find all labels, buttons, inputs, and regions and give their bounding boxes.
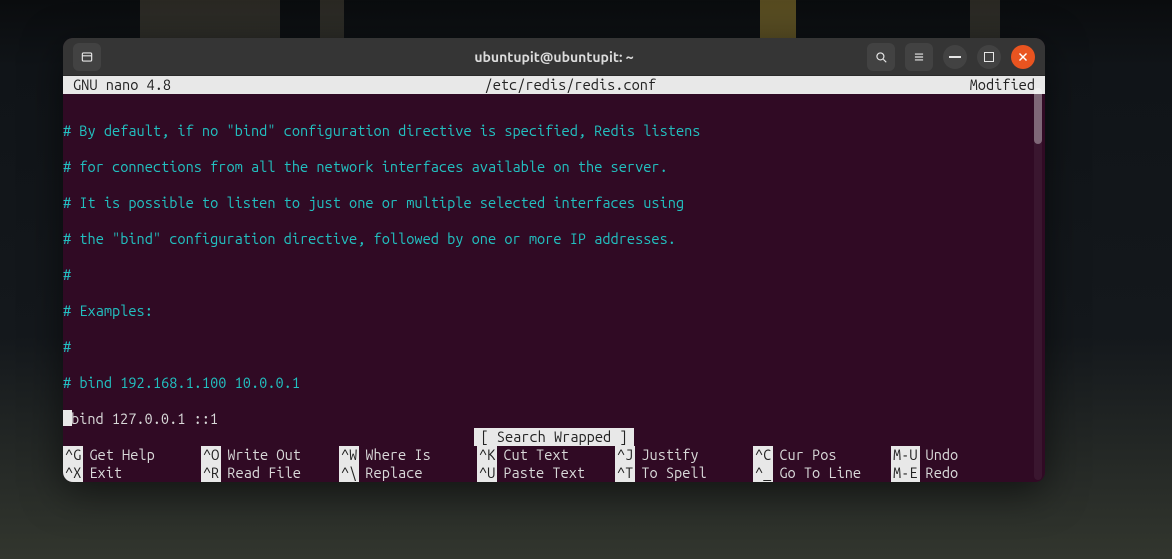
shortcut-label: Paste Text	[503, 464, 585, 482]
scrollbar-track[interactable]	[1034, 82, 1042, 480]
terminal-window: ubuntupit@ubuntupit: ~ GNU nano 4.8 /etc…	[63, 38, 1045, 482]
shortcut-label: Justify	[641, 446, 698, 464]
shortcut-key: ^\	[339, 464, 359, 482]
shortcut-label: Read File	[227, 464, 301, 482]
nano-status-message: [ Search Wrapped ]	[474, 428, 633, 446]
shortcut-key: ^K	[477, 446, 497, 464]
shortcut-key: ^O	[201, 446, 221, 464]
shortcut-label: To Spell	[641, 464, 706, 482]
wallpaper-strip	[140, 0, 280, 38]
shortcut-key: M-E	[891, 464, 920, 482]
maximize-button[interactable]	[977, 45, 1001, 69]
shortcut-key: ^J	[615, 446, 635, 464]
minimize-button[interactable]	[943, 45, 967, 69]
scrollbar-thumb[interactable]	[1034, 88, 1042, 144]
editor-line-active: bind 127.0.0.1 ::1	[63, 410, 1045, 428]
shortcut-label: Write Out	[227, 446, 301, 464]
new-tab-button[interactable]	[73, 43, 101, 71]
shortcut-label: Exit	[89, 464, 122, 482]
menu-button[interactable]	[905, 43, 933, 71]
shortcut-key: ^C	[753, 446, 773, 464]
shortcut-key: ^U	[477, 464, 497, 482]
wallpaper-strip	[970, 0, 1000, 38]
terminal-body: GNU nano 4.8 /etc/redis/redis.conf Modif…	[63, 76, 1045, 482]
shortcut-key: M-U	[891, 446, 920, 464]
editor-area[interactable]: # By default, if no "bind" configuration…	[63, 94, 1045, 482]
shortcut-key: ^T	[615, 464, 635, 482]
editor-line: #	[63, 266, 1045, 284]
search-button[interactable]	[867, 43, 895, 71]
editor-line: # for connections from all the network i…	[63, 158, 1045, 176]
shortcut-key: ^_	[753, 464, 773, 482]
editor-line-text: bind 127.0.0.1 ::1	[71, 410, 218, 427]
shortcut-label: Redo	[926, 464, 959, 482]
shortcut-label: Undo	[926, 446, 959, 464]
editor-line: # By default, if no "bind" configuration…	[63, 122, 1045, 140]
nano-app-name: GNU nano 4.8	[63, 76, 171, 94]
nano-file-path: /etc/redis/redis.conf	[171, 76, 970, 94]
close-button[interactable]	[1011, 45, 1035, 69]
shortcut-key: ^G	[63, 446, 83, 464]
editor-line: #	[63, 338, 1045, 356]
shortcut-label: Get Help	[89, 446, 154, 464]
shortcut-label: Replace	[365, 464, 422, 482]
nano-header: GNU nano 4.8 /etc/redis/redis.conf Modif…	[63, 76, 1045, 94]
shortcut-label: Go To Line	[779, 464, 861, 482]
editor-line: # It is possible to listen to just one o…	[63, 194, 1045, 212]
shortcut-label: Where Is	[365, 446, 430, 464]
wallpaper-strip	[320, 0, 344, 38]
window-titlebar: ubuntupit@ubuntupit: ~	[63, 38, 1045, 76]
shortcut-key: ^R	[201, 464, 221, 482]
shortcut-label: Cur Pos	[779, 446, 836, 464]
shortcut-key: ^W	[339, 446, 359, 464]
shortcut-label: Cut Text	[503, 446, 568, 464]
editor-line: # the "bind" configuration directive, fo…	[63, 230, 1045, 248]
editor-line: # bind 192.168.1.100 10.0.0.1	[63, 374, 1045, 392]
shortcut-key: ^X	[63, 464, 83, 482]
wallpaper-strip	[760, 0, 796, 38]
editor-line: # Examples:	[63, 302, 1045, 320]
nano-shortcut-bar: ^G Get Help ^O Write Out ^W Where Is ^K Cut …	[63, 446, 1045, 482]
